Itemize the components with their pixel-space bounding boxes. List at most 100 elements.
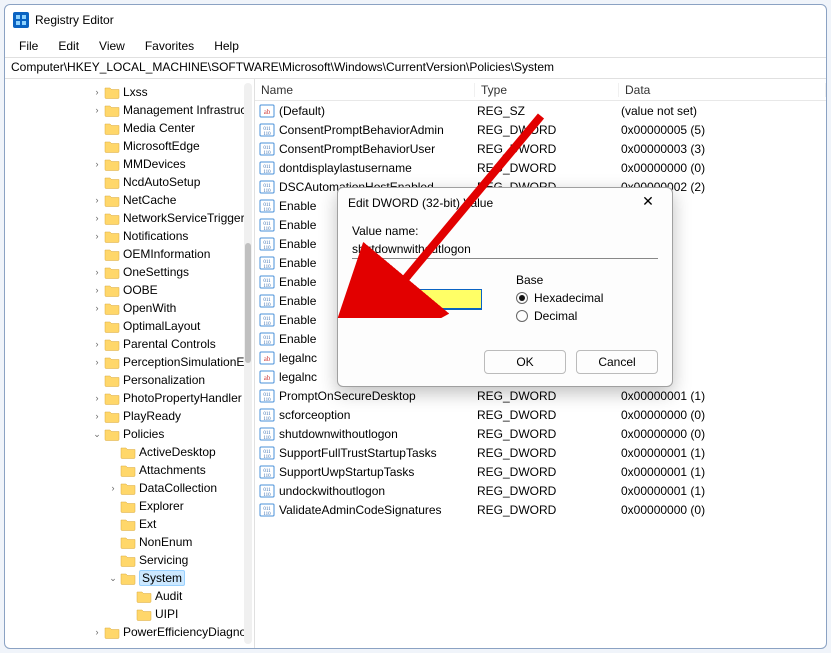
expand-icon[interactable]: › <box>91 627 103 637</box>
row-name: shutdownwithoutlogon <box>279 427 477 441</box>
expand-icon[interactable]: › <box>91 195 103 205</box>
expand-icon[interactable]: › <box>107 483 119 493</box>
menu-favorites[interactable]: Favorites <box>137 37 202 55</box>
dialog-title-text: Edit DWORD (32-bit) Value <box>348 196 493 210</box>
tree-item[interactable]: UIPI <box>11 605 254 623</box>
menu-edit[interactable]: Edit <box>50 37 87 55</box>
tree-item[interactable]: Servicing <box>11 551 254 569</box>
expand-icon[interactable]: › <box>91 159 103 169</box>
list-row[interactable]: 011110ConsentPromptBehaviorUserREG_DWORD… <box>255 139 826 158</box>
list-row[interactable]: 011110ValidateAdminCodeSignaturesREG_DWO… <box>255 500 826 519</box>
tree-item[interactable]: › PhotoPropertyHandler <box>11 389 254 407</box>
tree-item[interactable]: Explorer <box>11 497 254 515</box>
folder-icon <box>104 229 120 243</box>
expand-icon[interactable]: › <box>91 393 103 403</box>
expand-icon[interactable]: › <box>91 105 103 115</box>
tree-item[interactable]: ›Notifications <box>11 227 254 245</box>
tree-item-label: PlayReady <box>123 409 181 423</box>
list-row[interactable]: 011110SupportFullTrustStartupTasksREG_DW… <box>255 443 826 462</box>
list-header[interactable]: Name Type Data <box>255 79 826 101</box>
tree-item[interactable]: Attachments <box>11 461 254 479</box>
expand-icon[interactable]: › <box>91 285 103 295</box>
folder-icon <box>104 337 120 351</box>
col-type[interactable]: Type <box>475 83 619 97</box>
tree-item[interactable]: ⌄Policies <box>11 425 254 443</box>
tree-item[interactable]: NonEnum <box>11 533 254 551</box>
expand-icon[interactable]: › <box>91 87 103 97</box>
tree-item-label: PhotoPropertyHandler <box>123 391 242 405</box>
expand-icon[interactable]: › <box>91 339 103 349</box>
folder-icon <box>104 355 120 369</box>
tree-pane[interactable]: › Lxss ›Management InfrastructMedia Center… <box>5 79 255 648</box>
expand-icon[interactable]: › <box>91 357 103 367</box>
list-row[interactable]: 011110dontdisplaylastusernameREG_DWORD0x… <box>255 158 826 177</box>
svg-text:110: 110 <box>263 512 271 517</box>
expand-icon[interactable]: ⌄ <box>91 429 103 440</box>
radio-dec-label: Decimal <box>534 309 577 323</box>
svg-text:110: 110 <box>263 132 271 137</box>
tree-scrollbar-thumb[interactable] <box>245 243 251 363</box>
tree-item-label: Attachments <box>139 463 206 477</box>
radio-hex[interactable] <box>516 292 528 304</box>
close-icon[interactable]: ✕ <box>634 193 662 213</box>
radio-hex-row[interactable]: Hexadecimal <box>516 291 658 305</box>
tree-item[interactable]: ›OOBE <box>11 281 254 299</box>
tree-item[interactable]: Personalization <box>11 371 254 389</box>
value-name-input[interactable] <box>352 240 658 259</box>
svg-text:110: 110 <box>263 284 271 289</box>
tree-scrollbar[interactable] <box>244 83 252 644</box>
menu-view[interactable]: View <box>91 37 133 55</box>
radio-dec-row[interactable]: Decimal <box>516 309 658 323</box>
cancel-button[interactable]: Cancel <box>576 350 658 374</box>
tree-item[interactable]: ›PerceptionSimulationEx <box>11 353 254 371</box>
radio-dec[interactable] <box>516 310 528 322</box>
row-name: SupportFullTrustStartupTasks <box>279 446 477 460</box>
tree-item[interactable]: OptimalLayout <box>11 317 254 335</box>
tree-item[interactable]: Audit <box>11 587 254 605</box>
folder-icon <box>104 139 120 153</box>
expand-icon[interactable]: › <box>91 231 103 241</box>
tree-item[interactable]: ›OneSettings <box>11 263 254 281</box>
tree-item[interactable]: ›PowerEfficiencyDiagnos <box>11 623 254 641</box>
tree-item[interactable]: NcdAutoSetup <box>11 173 254 191</box>
tree-item[interactable]: ›Parental Controls <box>11 335 254 353</box>
folder-icon <box>104 85 120 99</box>
tree-item[interactable]: ›MMDevices <box>11 155 254 173</box>
expand-icon[interactable]: › <box>91 411 103 421</box>
list-row[interactable]: ab(Default)REG_SZ(value not set) <box>255 101 826 120</box>
tree-item[interactable]: ›NetworkServiceTriggers <box>11 209 254 227</box>
list-row[interactable]: 011110undockwithoutlogonREG_DWORD0x00000… <box>255 481 826 500</box>
tree-item[interactable]: ›NetCache <box>11 191 254 209</box>
expand-icon[interactable]: ⌄ <box>107 573 119 584</box>
address-bar[interactable]: Computer\HKEY_LOCAL_MACHINE\SOFTWARE\Mic… <box>5 57 826 79</box>
tree-item[interactable]: OEMInformation <box>11 245 254 263</box>
tree-item[interactable]: › Lxss <box>11 83 254 101</box>
tree-item[interactable]: ⌄System <box>11 569 254 587</box>
reg-dword-icon: 011110 <box>259 502 275 518</box>
tree-item-label: Lxss <box>123 85 148 99</box>
tree-item[interactable]: ›DataCollection <box>11 479 254 497</box>
col-data[interactable]: Data <box>619 83 826 97</box>
tree-item[interactable]: Media Center <box>11 119 254 137</box>
tree-item[interactable]: › PlayReady <box>11 407 254 425</box>
expand-icon[interactable]: › <box>91 303 103 313</box>
list-row[interactable]: 011110scforceoptionREG_DWORD0x00000000 (… <box>255 405 826 424</box>
row-type: REG_DWORD <box>477 408 621 422</box>
folder-icon <box>104 247 120 261</box>
list-row[interactable]: 011110SupportUwpStartupTasksREG_DWORD0x0… <box>255 462 826 481</box>
list-row[interactable]: 011110shutdownwithoutlogonREG_DWORD0x000… <box>255 424 826 443</box>
tree-item[interactable]: MicrosoftEdge <box>11 137 254 155</box>
tree-item[interactable]: ›OpenWith <box>11 299 254 317</box>
list-row[interactable]: 011110PromptOnSecureDesktopREG_DWORD0x00… <box>255 386 826 405</box>
tree-item[interactable]: ›Management Infrastruct <box>11 101 254 119</box>
value-data-input[interactable] <box>352 289 482 310</box>
list-row[interactable]: 011110ConsentPromptBehaviorAdminREG_DWOR… <box>255 120 826 139</box>
menu-help[interactable]: Help <box>206 37 247 55</box>
col-name[interactable]: Name <box>255 83 475 97</box>
tree-item[interactable]: ActiveDesktop <box>11 443 254 461</box>
menu-file[interactable]: File <box>11 37 46 55</box>
expand-icon[interactable]: › <box>91 267 103 277</box>
tree-item[interactable]: Ext <box>11 515 254 533</box>
ok-button[interactable]: OK <box>484 350 566 374</box>
expand-icon[interactable]: › <box>91 213 103 223</box>
